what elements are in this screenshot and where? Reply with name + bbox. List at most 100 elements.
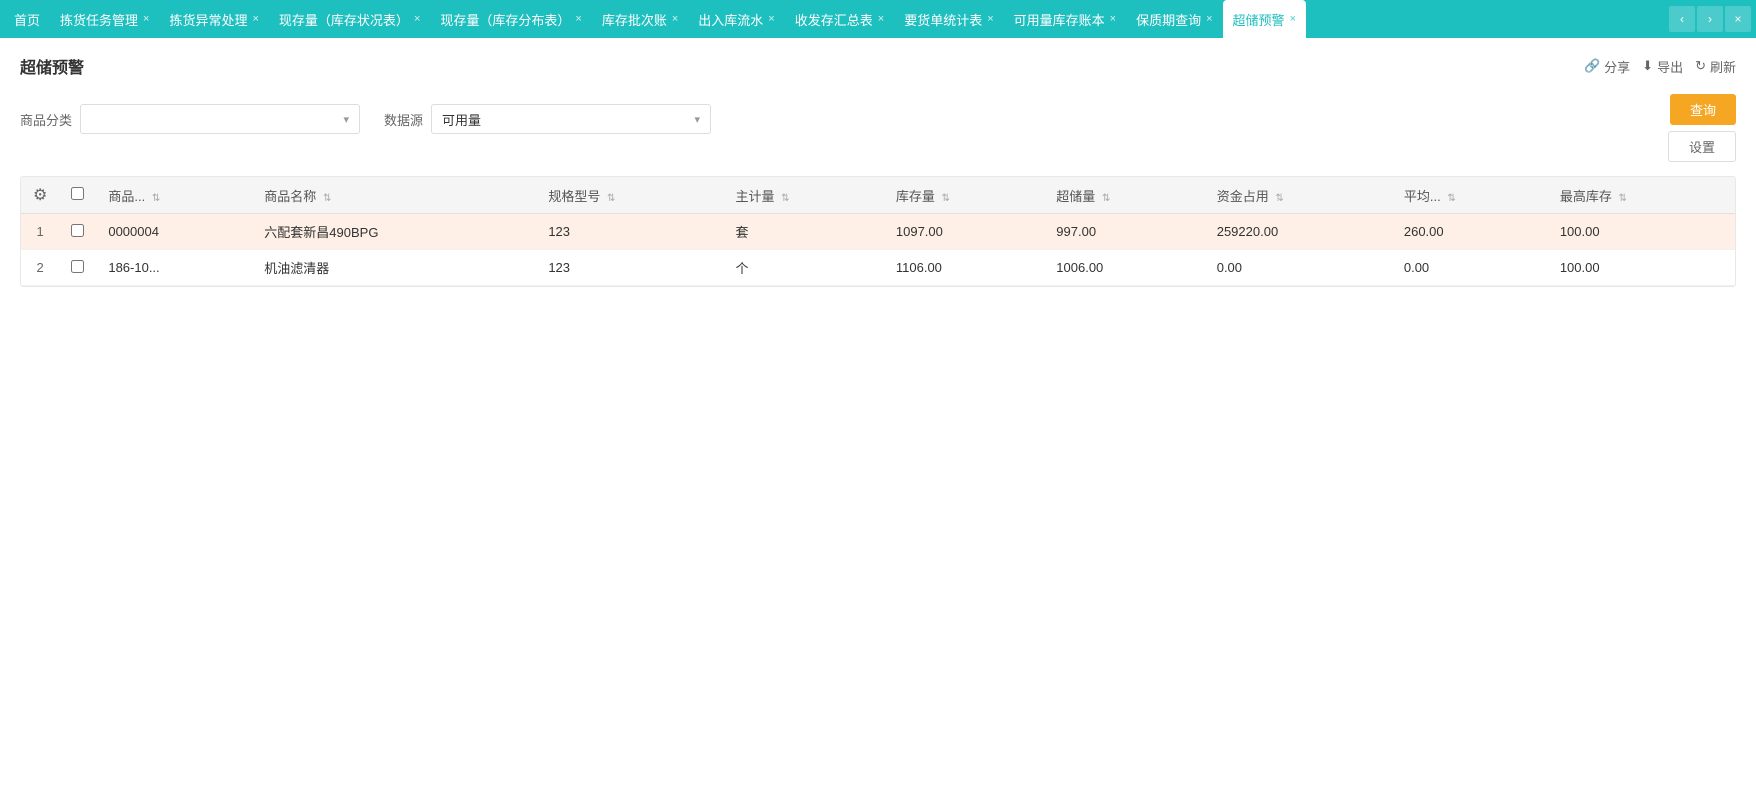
export-button[interactable]: ⬇ 导出 — [1642, 57, 1683, 76]
row-max-stock: 100.00 — [1548, 214, 1735, 250]
col-spec: 规格型号 ⇅ — [536, 177, 723, 214]
table-row: 1 0000004 六配套新昌490BPG 123 套 1097.00 997.… — [21, 214, 1735, 250]
table-header: ⚙ 商品... ⇅ 商品名称 ⇅ 规格型号 ⇅ — [21, 177, 1735, 214]
page-header: 超储预警 🔗 分享 ⬇ 导出 ↻ 刷新 — [20, 54, 1736, 78]
data-table: ⚙ 商品... ⇅ 商品名称 ⇅ 规格型号 ⇅ — [21, 177, 1735, 286]
nav-pick-exception[interactable]: 拣货异常处理 × — [159, 0, 268, 38]
nav-home[interactable]: 首页 — [4, 0, 50, 38]
nav-arrow-right[interactable]: › — [1697, 6, 1723, 32]
datasource-select[interactable]: 可用量 ▾ — [431, 104, 711, 134]
sort-over-stock-icon[interactable]: ⇅ — [1102, 193, 1110, 204]
datasource-filter-group: 数据源 可用量 ▾ — [384, 104, 711, 134]
close-stock-status[interactable]: × — [414, 13, 420, 25]
row-product-name: 机油滤清器 — [252, 250, 536, 286]
nav-batch-account[interactable]: 库存批次账 × — [592, 0, 688, 38]
row-product-code: 0000004 — [96, 214, 252, 250]
row-checkbox-cell — [59, 250, 96, 286]
sort-product-code-icon[interactable]: ⇅ — [152, 193, 160, 204]
sort-stock-icon[interactable]: ⇅ — [942, 193, 950, 204]
refresh-button[interactable]: ↻ 刷新 — [1695, 57, 1736, 76]
col-stock: 库存量 ⇅ — [884, 177, 1044, 214]
row-product-code: 186-10... — [96, 250, 252, 286]
row-over-stock: 997.00 — [1044, 214, 1204, 250]
col-max-stock: 最高库存 ⇅ — [1548, 177, 1735, 214]
nav-arrow-close[interactable]: × — [1725, 6, 1751, 32]
col-avg: 平均... ⇅ — [1392, 177, 1548, 214]
row-max-stock: 100.00 — [1548, 250, 1735, 286]
nav-inout-flow[interactable]: 出入库流水 × — [688, 0, 784, 38]
row-avg: 260.00 — [1392, 214, 1548, 250]
nav-overstock[interactable]: 超储预警 × — [1223, 0, 1306, 38]
datasource-label: 数据源 — [384, 110, 423, 129]
category-select[interactable]: ▾ — [80, 104, 360, 134]
nav-available-stock[interactable]: 可用量库存账本 × — [1004, 0, 1126, 38]
row-num: 2 — [21, 250, 59, 286]
export-icon: ⬇ — [1642, 58, 1653, 74]
category-arrow-icon: ▾ — [343, 113, 349, 126]
col-unit: 主计量 ⇅ — [723, 177, 883, 214]
sort-avg-icon[interactable]: ⇅ — [1447, 193, 1455, 204]
col-capital: 资金占用 ⇅ — [1205, 177, 1392, 214]
close-inout-flow[interactable]: × — [768, 13, 774, 25]
share-button[interactable]: 🔗 分享 — [1584, 57, 1630, 76]
filter-row: 商品分类 ▾ 数据源 可用量 ▾ — [20, 94, 1648, 144]
row-avg: 0.00 — [1392, 250, 1548, 286]
nav-stock-dist[interactable]: 现存量（库存分布表） × — [430, 0, 591, 38]
row-product-name: 六配套新昌490BPG — [252, 214, 536, 250]
datasource-arrow-icon: ▾ — [695, 113, 701, 126]
sort-spec-icon[interactable]: ⇅ — [607, 193, 615, 204]
close-order-stat[interactable]: × — [987, 13, 993, 25]
top-nav: 首页 拣货任务管理 × 拣货异常处理 × 现存量（库存状况表） × 现存量（库存… — [0, 0, 1756, 38]
close-summary[interactable]: × — [878, 13, 884, 25]
settings-icon[interactable]: ⚙ — [33, 187, 47, 204]
row-unit: 套 — [723, 214, 883, 250]
category-filter-group: 商品分类 ▾ — [20, 104, 360, 134]
row-unit: 个 — [723, 250, 883, 286]
close-pick-task[interactable]: × — [143, 13, 149, 25]
row-spec: 123 — [536, 214, 723, 250]
close-pick-exception[interactable]: × — [252, 13, 258, 25]
col-checkbox — [59, 177, 96, 214]
row-capital: 259220.00 — [1205, 214, 1392, 250]
row-num: 1 — [21, 214, 59, 250]
datasource-value: 可用量 — [442, 110, 481, 129]
nav-expiry[interactable]: 保质期查询 × — [1126, 0, 1222, 38]
close-expiry[interactable]: × — [1206, 13, 1212, 25]
sort-capital-icon[interactable]: ⇅ — [1275, 193, 1283, 204]
row-checkbox[interactable] — [71, 260, 84, 273]
nav-pick-task[interactable]: 拣货任务管理 × — [50, 0, 159, 38]
sort-product-name-icon[interactable]: ⇅ — [323, 193, 331, 204]
row-checkbox[interactable] — [71, 224, 84, 237]
page-content: 超储预警 🔗 分享 ⬇ 导出 ↻ 刷新 商品分类 ▾ — [0, 38, 1756, 303]
col-product-code: 商品... ⇅ — [96, 177, 252, 214]
close-available-stock[interactable]: × — [1110, 13, 1116, 25]
col-product-name: 商品名称 ⇅ — [252, 177, 536, 214]
row-stock: 1106.00 — [884, 250, 1044, 286]
row-capital: 0.00 — [1205, 250, 1392, 286]
nav-stock-status[interactable]: 现存量（库存状况表） × — [269, 0, 430, 38]
table-row: 2 186-10... 机油滤清器 123 个 1106.00 1006.00 … — [21, 250, 1735, 286]
row-checkbox-cell — [59, 214, 96, 250]
nav-summary[interactable]: 收发存汇总表 × — [785, 0, 894, 38]
row-stock: 1097.00 — [884, 214, 1044, 250]
query-button[interactable]: 查询 — [1670, 94, 1736, 125]
nav-arrow-left[interactable]: ‹ — [1669, 6, 1695, 32]
select-all-checkbox[interactable] — [71, 187, 84, 200]
row-spec: 123 — [536, 250, 723, 286]
refresh-icon: ↻ — [1695, 58, 1706, 74]
set-button[interactable]: 设置 — [1668, 131, 1736, 162]
col-over-stock: 超储量 ⇅ — [1044, 177, 1204, 214]
row-over-stock: 1006.00 — [1044, 250, 1204, 286]
sort-max-stock-icon[interactable]: ⇅ — [1618, 193, 1626, 204]
nav-order-stat[interactable]: 要货单统计表 × — [894, 0, 1003, 38]
page-title: 超储预警 — [20, 54, 84, 78]
sort-unit-icon[interactable]: ⇅ — [781, 193, 789, 204]
page-actions: 🔗 分享 ⬇ 导出 ↻ 刷新 — [1584, 57, 1736, 76]
close-batch-account[interactable]: × — [672, 13, 678, 25]
data-table-container: ⚙ 商品... ⇅ 商品名称 ⇅ 规格型号 ⇅ — [20, 176, 1736, 287]
close-overstock[interactable]: × — [1290, 13, 1296, 25]
share-icon: 🔗 — [1584, 58, 1600, 74]
category-label: 商品分类 — [20, 110, 72, 129]
close-stock-dist[interactable]: × — [575, 13, 581, 25]
table-body: 1 0000004 六配套新昌490BPG 123 套 1097.00 997.… — [21, 214, 1735, 286]
